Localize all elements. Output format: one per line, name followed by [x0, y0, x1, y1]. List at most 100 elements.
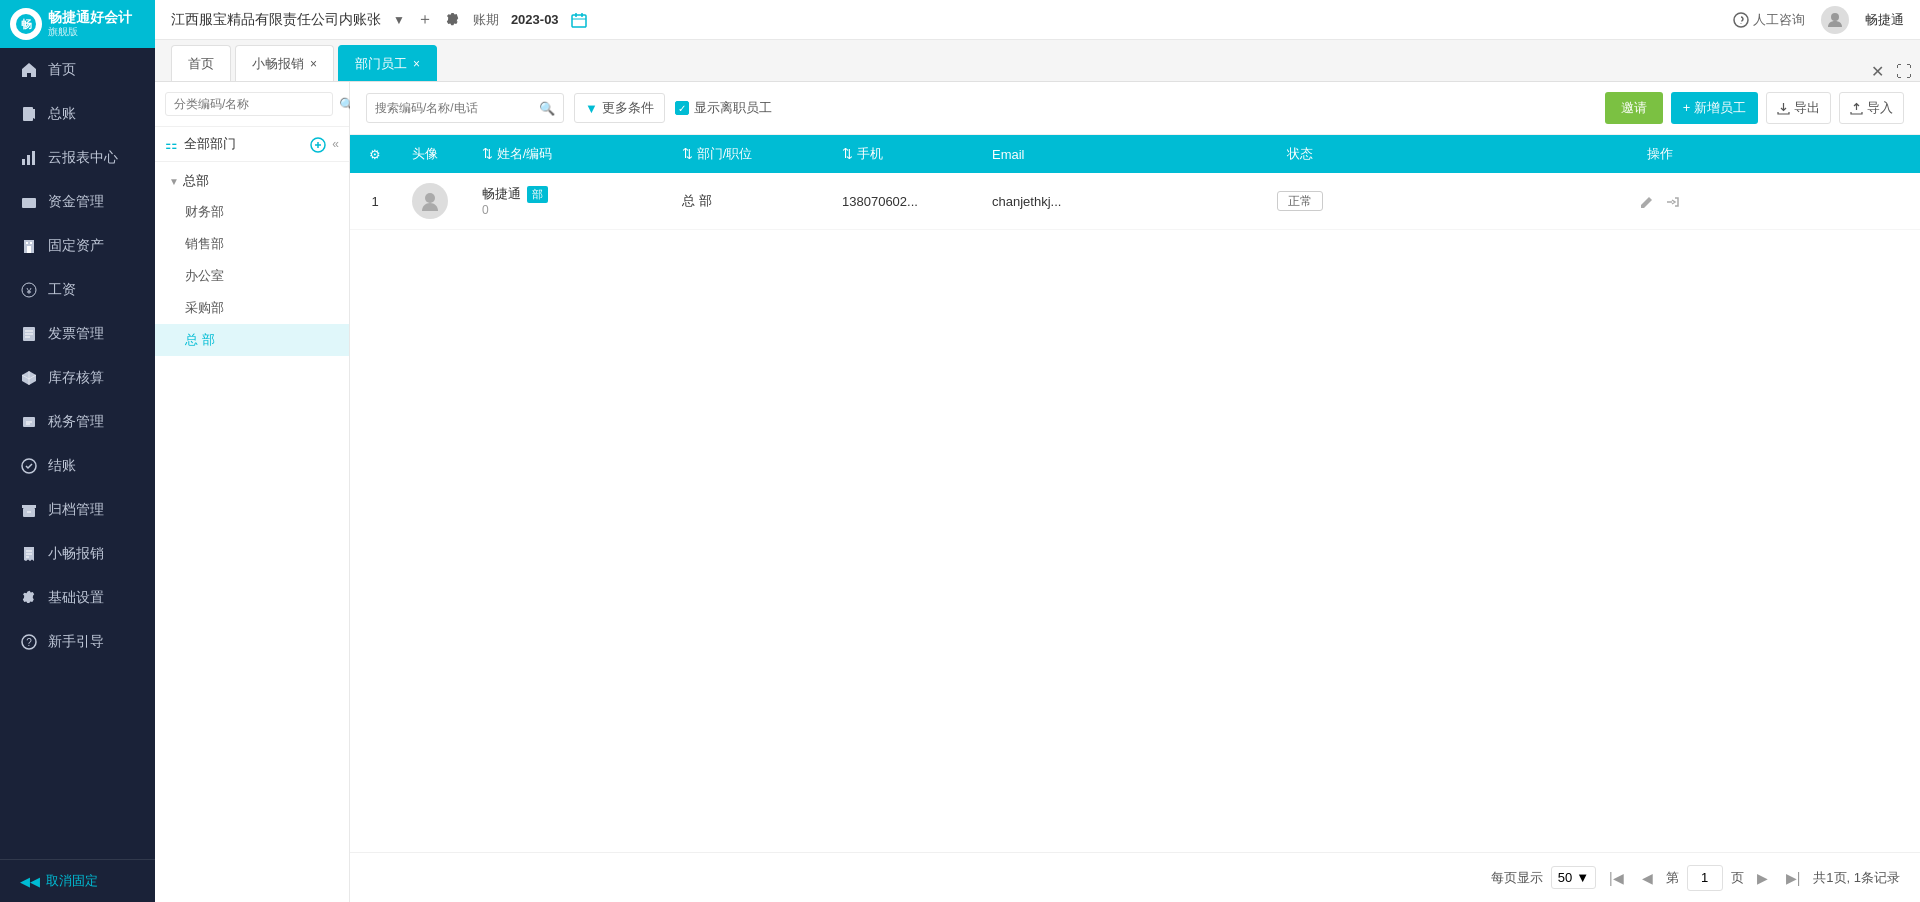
- tab-dept-employee[interactable]: 部门员工 ×: [338, 45, 437, 81]
- sidebar-item-inventory[interactable]: 库存核算: [0, 356, 155, 400]
- support-button[interactable]: 人工咨询: [1733, 11, 1805, 29]
- page-label-suffix: 页: [1731, 869, 1744, 887]
- svg-rect-5: [32, 151, 35, 165]
- edit-button[interactable]: [1640, 193, 1658, 209]
- sidebar-item-invoice[interactable]: 发票管理: [0, 312, 155, 356]
- sidebar-item-label: 发票管理: [48, 325, 104, 343]
- pagination: 每页显示 50 ▼ |◀ ◀ 第 页 ▶ ▶| 共1页, 1条记录: [350, 852, 1920, 902]
- tab-home[interactable]: 首页: [171, 45, 231, 81]
- dept-item-zongbu-leaf[interactable]: 总 部: [155, 324, 349, 356]
- top-bar: 江西服宝精品有限责任公司内账张 ▼ ＋ 账期 2023-03 人工咨询 畅捷通: [155, 0, 1920, 40]
- status-badge: 正常: [1277, 191, 1323, 211]
- toolbar-right: 邀请 + 新增员工 导出 导入: [1605, 92, 1904, 124]
- col-settings[interactable]: ⚙: [350, 135, 400, 173]
- sidebar-item-archive[interactable]: 归档管理: [0, 488, 155, 532]
- export-label: 导出: [1794, 99, 1820, 117]
- svg-rect-10: [26, 242, 28, 244]
- sidebar-item-payroll[interactable]: ¥ 工资: [0, 268, 155, 312]
- cell-avatar: [400, 173, 470, 230]
- sidebar-item-ledger[interactable]: 总账: [0, 92, 155, 136]
- sidebar-item-fixed-assets[interactable]: 固定资产: [0, 224, 155, 268]
- sort-icon2: ⇅: [682, 146, 693, 161]
- archive-icon: [20, 501, 38, 519]
- sidebar-item-label: 总账: [48, 105, 76, 123]
- dept-group-zongbu[interactable]: ▼ 总部: [155, 166, 349, 196]
- content-area: 🔍 ⚏ 全部部门 « ▼ 总部 财务部 销售部 办公室 采购部 总 部: [155, 82, 1920, 902]
- logo-area[interactable]: 畅 畅捷通好会计 旗舰版: [0, 0, 155, 48]
- sidebar-item-checkout[interactable]: 结账: [0, 444, 155, 488]
- company-name[interactable]: 江西服宝精品有限责任公司内账张: [171, 11, 381, 29]
- dept-edit-icon[interactable]: [310, 135, 326, 152]
- svg-text:畅: 畅: [21, 18, 32, 30]
- dept-search-area: 🔍: [155, 82, 349, 127]
- add-employee-label: + 新增员工: [1683, 99, 1746, 117]
- close-tab-button[interactable]: ✕: [1871, 62, 1884, 81]
- sidebar-item-guide[interactable]: ? 新手引导: [0, 620, 155, 664]
- svg-rect-3: [22, 159, 25, 165]
- left-panel: 🔍 ⚏ 全部部门 « ▼ 总部 财务部 销售部 办公室 采购部 总 部: [155, 82, 350, 902]
- show-resigned-toggle[interactable]: ✓ 显示离职员工: [675, 99, 772, 117]
- dept-item-caiwu[interactable]: 财务部: [155, 196, 349, 228]
- sidebar-item-reports[interactable]: 云报表中心: [0, 136, 155, 180]
- company-dropdown-icon[interactable]: ▼: [393, 13, 405, 27]
- import-label: 导入: [1867, 99, 1893, 117]
- total-records: 共1页, 1条记录: [1813, 869, 1900, 887]
- add-employee-button[interactable]: + 新增员工: [1671, 92, 1758, 124]
- sidebar-item-xiaochang[interactable]: 小畅报销: [0, 532, 155, 576]
- dept-search-input[interactable]: [165, 92, 333, 116]
- gear-icon: [20, 589, 38, 607]
- sidebar-item-label: 资金管理: [48, 193, 104, 211]
- page-number-input[interactable]: [1687, 865, 1723, 891]
- dept-collapse-icon[interactable]: «: [332, 137, 339, 151]
- expand-arrow-icon: ▼: [169, 176, 179, 187]
- all-dept-header[interactable]: ⚏ 全部部门 «: [155, 127, 349, 162]
- sidebar-item-home[interactable]: 首页: [0, 48, 155, 92]
- logo-subtitle: 旗舰版: [48, 25, 132, 39]
- money-icon: ¥: [20, 281, 38, 299]
- per-page-value: 50: [1558, 870, 1572, 885]
- logo-title: 畅捷通好会计: [48, 9, 132, 26]
- dept-item-caigou[interactable]: 采购部: [155, 292, 349, 324]
- search-icon[interactable]: 🔍: [539, 101, 555, 116]
- next-page-button[interactable]: ▶: [1752, 868, 1773, 888]
- logout-button[interactable]: [1666, 193, 1680, 209]
- maximize-button[interactable]: ⛶: [1896, 63, 1912, 81]
- col-dept-position: ⇅ 部门/职位: [670, 135, 830, 173]
- cell-phone: 138070602...: [830, 173, 980, 230]
- more-filter-button[interactable]: ▼ 更多条件: [574, 93, 665, 123]
- period-label: 账期: [473, 11, 499, 29]
- sidebar-item-tax[interactable]: 税务管理: [0, 400, 155, 444]
- toolbar: 🔍 ▼ 更多条件 ✓ 显示离职员工 邀请 + 新增员工: [350, 82, 1920, 135]
- username[interactable]: 畅捷通: [1865, 11, 1904, 29]
- dept-item-xiaoshou[interactable]: 销售部: [155, 228, 349, 260]
- export-button[interactable]: 导出: [1766, 92, 1831, 124]
- calendar-icon[interactable]: [571, 11, 587, 28]
- cell-status: 正常: [1200, 173, 1400, 230]
- employee-search-input[interactable]: [375, 101, 535, 115]
- import-button[interactable]: 导入: [1839, 92, 1904, 124]
- svg-point-23: [1831, 13, 1839, 21]
- first-page-button[interactable]: |◀: [1604, 868, 1629, 888]
- sidebar: 畅 畅捷通好会计 旗舰版 首页 总账 云报表中心: [0, 0, 155, 902]
- sidebar-item-settings[interactable]: 基础设置: [0, 576, 155, 620]
- sidebar-item-assets-mgmt[interactable]: 资金管理: [0, 180, 155, 224]
- table-row: 1 畅捷通 部: [350, 173, 1920, 230]
- add-tab-button[interactable]: ＋: [417, 9, 433, 30]
- last-page-button[interactable]: ▶|: [1781, 868, 1806, 888]
- sidebar-item-label: 小畅报销: [48, 545, 104, 563]
- tab-xiaochang[interactable]: 小畅报销 ×: [235, 45, 334, 81]
- tab-xiaochang-close[interactable]: ×: [310, 57, 317, 71]
- support-label: 人工咨询: [1753, 11, 1805, 29]
- topbar-right: 人工咨询 畅捷通: [1733, 6, 1904, 34]
- tab-dept-close[interactable]: ×: [413, 57, 420, 71]
- cancel-fixed-button[interactable]: ◀◀ 取消固定: [0, 859, 155, 902]
- sidebar-item-label: 固定资产: [48, 237, 104, 255]
- topbar-settings-icon[interactable]: [445, 11, 461, 29]
- employee-badge: 部: [527, 186, 548, 203]
- period-value: 2023-03: [511, 12, 559, 27]
- per-page-select[interactable]: 50 ▼: [1551, 866, 1596, 889]
- dept-item-bangong[interactable]: 办公室: [155, 260, 349, 292]
- prev-page-button[interactable]: ◀: [1637, 868, 1658, 888]
- sidebar-item-label: 基础设置: [48, 589, 104, 607]
- invite-button[interactable]: 邀请: [1605, 92, 1663, 124]
